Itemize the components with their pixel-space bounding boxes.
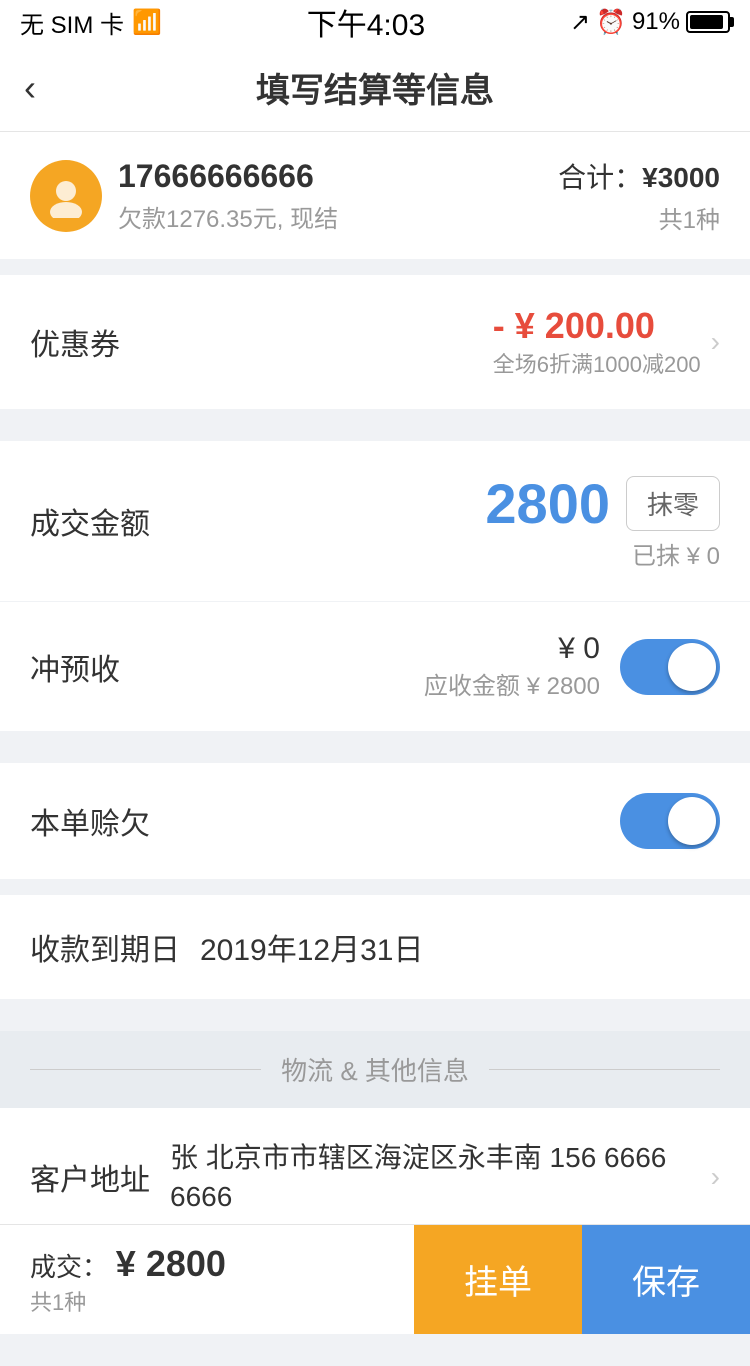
avatar bbox=[30, 160, 102, 232]
content: 17666666666 欠款1276.35元, 现结 合计：¥3000 共1种 … bbox=[0, 132, 750, 1366]
due-date-value: 2019年12月31日 bbox=[200, 925, 423, 969]
separator-2 bbox=[0, 747, 750, 763]
pending-button[interactable]: 挂单 bbox=[414, 1225, 582, 1334]
bottom-trans-label: 成交： bbox=[30, 1252, 108, 1282]
debtor-row: 本单赊欠 bbox=[0, 763, 750, 879]
coupon-discount: - ¥ 200.00 bbox=[493, 305, 701, 347]
transaction-section: 成交金额 2800 抹零 已抹 ¥ 0 冲预收 ¥ 0 应收金额 ¥ 2800 bbox=[0, 441, 750, 731]
coupon-chevron-icon: › bbox=[711, 326, 720, 358]
prepaid-row: 冲预收 ¥ 0 应收金额 ¥ 2800 bbox=[0, 602, 750, 731]
address-chevron-icon: › bbox=[711, 1161, 720, 1193]
back-button[interactable]: ‹ bbox=[24, 67, 36, 109]
bottom-trans-count: 共1种 bbox=[30, 1285, 384, 1317]
customer-debt: 欠款1276.35元, 现结 bbox=[118, 199, 338, 234]
transaction-row: 成交金额 2800 抹零 已抹 ¥ 0 bbox=[0, 441, 750, 602]
address-value: 张 北京市市辖区海淀区永丰南 156 6666 6666 bbox=[170, 1138, 711, 1216]
debtor-toggle[interactable] bbox=[620, 793, 720, 849]
transaction-label: 成交金额 bbox=[30, 499, 150, 543]
due-date-row: 收款到期日 2019年12月31日 bbox=[0, 895, 750, 999]
transaction-amount: 2800 bbox=[485, 471, 610, 536]
address-label: 客户地址 bbox=[30, 1155, 150, 1199]
total-value: ¥3000 bbox=[642, 162, 720, 193]
separator-3 bbox=[0, 1015, 750, 1031]
coupon-desc: 全场6折满1000减200 bbox=[493, 347, 701, 379]
bottom-bar: 成交： ¥ 2800 共1种 挂单 保存 bbox=[0, 1224, 750, 1334]
save-button[interactable]: 保存 bbox=[582, 1225, 750, 1334]
location-icon: ↗ bbox=[570, 8, 590, 37]
battery-percent: 91% bbox=[632, 8, 680, 36]
customer-phone: 17666666666 bbox=[118, 158, 338, 195]
prepaid-value: ¥ 0 bbox=[424, 632, 600, 666]
bottom-info: 成交： ¥ 2800 共1种 bbox=[0, 1243, 414, 1317]
status-right: ↗ ⏰ 91% bbox=[570, 8, 730, 37]
nav-bar: ‹ 填写结算等信息 bbox=[0, 44, 750, 132]
divider-text: 物流 & 其他信息 bbox=[261, 1051, 489, 1088]
coupon-label: 优惠券 bbox=[30, 320, 120, 364]
status-time: 下午4:03 bbox=[307, 0, 425, 44]
prepaid-toggle[interactable] bbox=[620, 639, 720, 695]
battery-icon bbox=[686, 11, 730, 33]
total-label: 合计：¥3000 bbox=[558, 156, 720, 196]
bottom-trans-amount: ¥ 2800 bbox=[116, 1243, 226, 1284]
carrier-text: 无 SIM 卡 bbox=[20, 5, 124, 40]
due-date-label: 收款到期日 bbox=[30, 925, 180, 969]
prepaid-label: 冲预收 bbox=[30, 645, 120, 689]
debtor-label: 本单赊欠 bbox=[30, 799, 150, 843]
customer-row: 17666666666 欠款1276.35元, 现结 合计：¥3000 共1种 bbox=[0, 132, 750, 259]
round-zero-button[interactable]: 抹零 bbox=[626, 476, 720, 531]
page-title: 填写结算等信息 bbox=[256, 63, 494, 112]
prepaid-sub: 应收金额 ¥ 2800 bbox=[424, 666, 600, 701]
status-left: 无 SIM 卡 📶 bbox=[20, 5, 162, 40]
coupon-row[interactable]: 优惠券 - ¥ 200.00 全场6折满1000减200 › bbox=[0, 275, 750, 409]
wifi-icon: 📶 bbox=[132, 8, 162, 37]
alarm-icon: ⏰ bbox=[596, 8, 626, 37]
total-count: 共1种 bbox=[558, 200, 720, 235]
status-bar: 无 SIM 卡 📶 下午4:03 ↗ ⏰ 91% bbox=[0, 0, 750, 44]
separator-1 bbox=[0, 425, 750, 441]
transaction-sub: 已抹 ¥ 0 bbox=[485, 536, 720, 571]
section-divider: 物流 & 其他信息 bbox=[0, 1031, 750, 1108]
